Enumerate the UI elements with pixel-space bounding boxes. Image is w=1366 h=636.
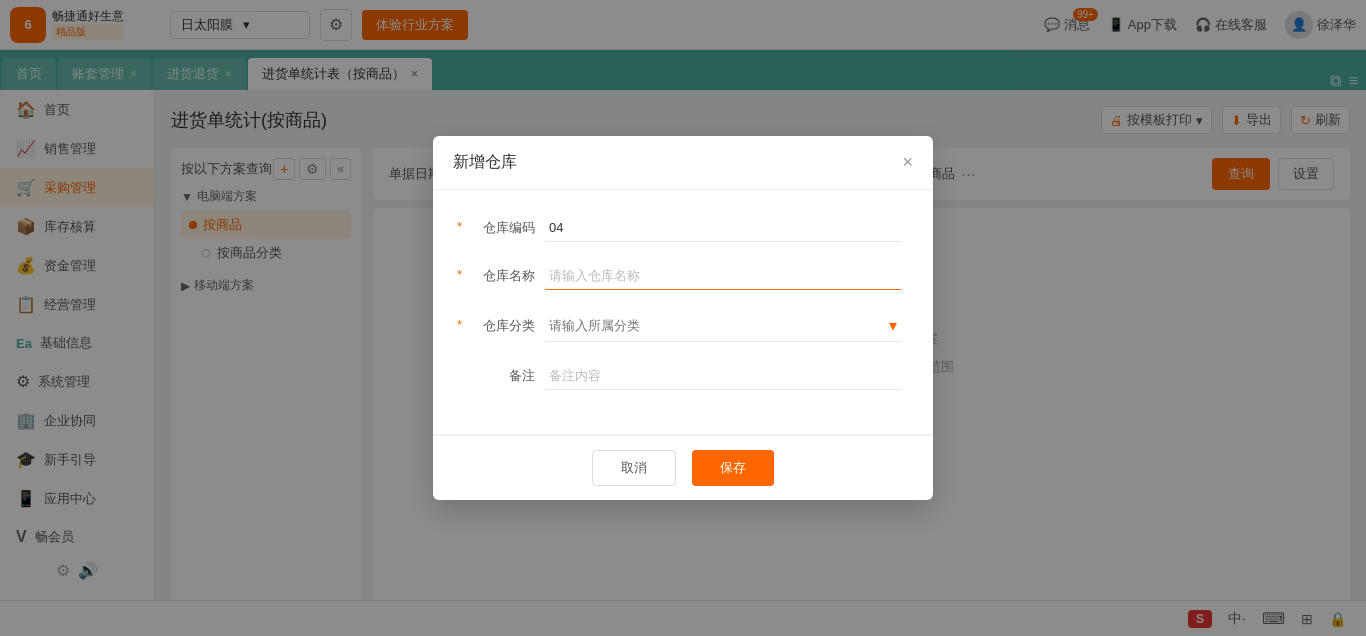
category-label: 仓库分类 bbox=[465, 317, 545, 335]
save-button[interactable]: 保存 bbox=[692, 450, 774, 486]
remark-label: 备注 bbox=[465, 367, 545, 385]
cancel-button[interactable]: 取消 bbox=[592, 450, 676, 486]
form-row-name: 仓库名称 bbox=[465, 262, 901, 290]
modal-overlay[interactable]: 新增仓库 × 仓库编码 仓库名称 仓库分类 ▾ bbox=[0, 0, 1366, 636]
modal-title: 新增仓库 bbox=[453, 152, 517, 173]
modal-header: 新增仓库 × bbox=[433, 136, 933, 190]
category-input[interactable] bbox=[549, 318, 889, 333]
name-input[interactable] bbox=[545, 262, 901, 290]
form-row-code: 仓库编码 bbox=[465, 214, 901, 242]
category-select[interactable]: ▾ bbox=[545, 310, 901, 342]
name-label: 仓库名称 bbox=[465, 267, 545, 285]
remark-input[interactable] bbox=[545, 362, 901, 390]
category-dropdown-icon: ▾ bbox=[889, 316, 897, 335]
form-row-remark: 备注 bbox=[465, 362, 901, 390]
modal-body: 仓库编码 仓库名称 仓库分类 ▾ 备注 bbox=[433, 190, 933, 434]
form-row-category: 仓库分类 ▾ bbox=[465, 310, 901, 342]
modal-add-warehouse: 新增仓库 × 仓库编码 仓库名称 仓库分类 ▾ bbox=[433, 136, 933, 500]
modal-close-icon[interactable]: × bbox=[902, 152, 913, 173]
code-label: 仓库编码 bbox=[465, 219, 545, 237]
modal-footer: 取消 保存 bbox=[433, 435, 933, 500]
code-input[interactable] bbox=[545, 214, 901, 242]
